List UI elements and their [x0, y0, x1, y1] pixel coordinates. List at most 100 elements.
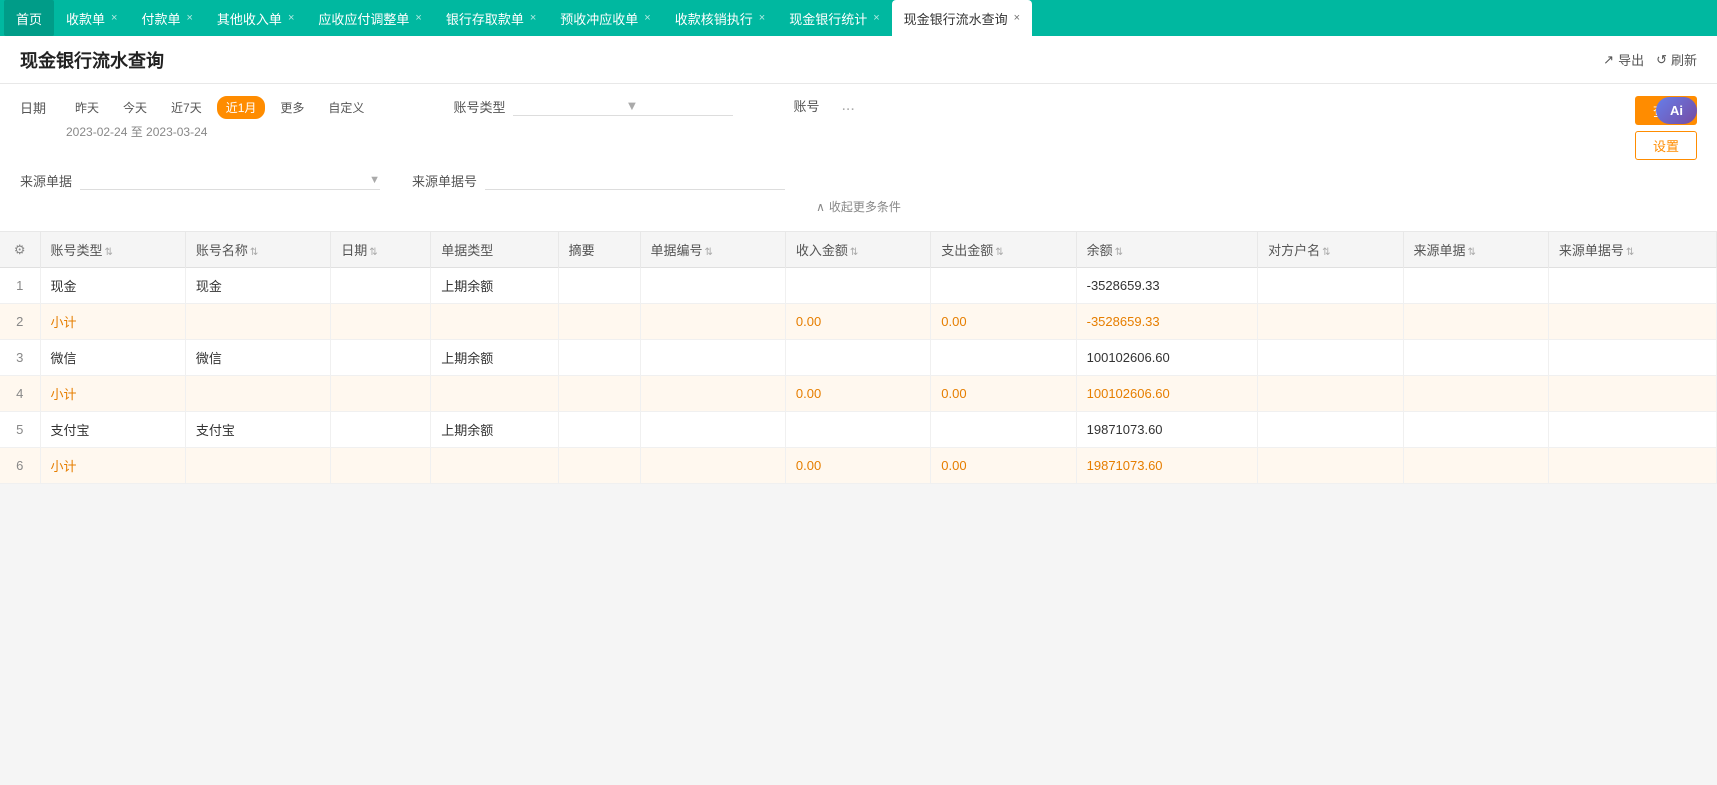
sort-icon[interactable]: ⇅ [705, 247, 713, 258]
close-icon[interactable]: × [873, 12, 879, 24]
sort-icon[interactable]: ⇅ [995, 247, 1003, 258]
cell-date [331, 304, 431, 340]
col-account-type: 账号类型⇅ [40, 232, 185, 268]
cell-doc-no [640, 376, 785, 412]
source-doc-no-group: 来源单据号 [412, 170, 785, 190]
cell-counterparty [1258, 304, 1403, 340]
cell-account-name [185, 448, 330, 484]
top-navigation: 首页 收款单 × 付款单 × 其他收入单 × 应收应付调整单 × 银行存取款单 … [0, 0, 1717, 36]
sort-icon[interactable]: ⇅ [1626, 247, 1634, 258]
nav-item-bank-deposit[interactable]: 银行存取款单 × [434, 0, 548, 36]
refresh-icon: ↺ [1656, 52, 1667, 68]
settings-gear-icon[interactable]: ⚙ [12, 242, 28, 258]
close-icon[interactable]: × [415, 12, 421, 24]
cell-doc-no [640, 268, 785, 304]
sort-icon[interactable]: ⇅ [250, 247, 258, 258]
setting-button[interactable]: 设置 [1635, 131, 1697, 160]
date-yesterday[interactable]: 昨天 [66, 96, 108, 119]
cell-summary [558, 340, 640, 376]
close-icon[interactable]: × [1014, 12, 1020, 24]
close-icon[interactable]: × [759, 12, 765, 24]
collapse-filter-button[interactable]: ∧ 收起更多条件 [20, 194, 1697, 219]
data-table: ⚙ 账号类型⇅ 账号名称⇅ 日期⇅ 单据类型 摘要 单据编号⇅ [0, 232, 1717, 484]
export-button[interactable]: ↗ 导出 [1603, 50, 1644, 69]
col-doc-type: 单据类型 [431, 232, 558, 268]
sort-icon[interactable]: ⇅ [850, 247, 858, 258]
cell-date [331, 448, 431, 484]
sort-icon[interactable]: ⇅ [1322, 247, 1330, 258]
sort-icon[interactable]: ⇅ [105, 247, 113, 258]
table-header-row: ⚙ 账号类型⇅ 账号名称⇅ 日期⇅ 单据类型 摘要 单据编号⇅ [0, 232, 1717, 268]
refresh-button[interactable]: ↺ 刷新 [1656, 50, 1697, 69]
nav-item-advance[interactable]: 预收冲应收单 × [548, 0, 662, 36]
cell-seq: 4 [0, 376, 40, 412]
source-doc-input[interactable] [80, 172, 369, 187]
close-icon[interactable]: × [111, 12, 117, 24]
dropdown-icon: ▼ [625, 98, 729, 113]
nav-item-payments[interactable]: 付款单 × [129, 0, 204, 36]
nav-item-cash-stats[interactable]: 现金银行统计 × [777, 0, 891, 36]
cell-counterparty [1258, 376, 1403, 412]
cell-date [331, 268, 431, 304]
cell-doc-no [640, 304, 785, 340]
source-doc-label: 来源单据 [20, 171, 72, 190]
cell-source-doc [1403, 376, 1548, 412]
account-label: 账号 [793, 96, 833, 115]
sort-icon[interactable]: ⇅ [1468, 247, 1476, 258]
source-doc-no-label: 来源单据号 [412, 171, 477, 190]
header-actions: ↗ 导出 ↺ 刷新 [1603, 50, 1697, 69]
cell-balance: 100102606.60 [1076, 376, 1258, 412]
nav-home-label: 首页 [16, 9, 42, 28]
account-type-select[interactable]: ▼ [513, 96, 733, 116]
export-label: 导出 [1618, 50, 1644, 69]
source-doc-no-input[interactable] [485, 172, 785, 187]
filter-area: 日期 昨天 今天 近7天 近1月 更多 自定义 2023-02-24 至 202… [0, 84, 1717, 232]
cell-seq: 1 [0, 268, 40, 304]
nav-item-receipt-exec[interactable]: 收款核销执行 × [663, 0, 777, 36]
table-row: 3 微信 微信 上期余额 100102606.60 [0, 340, 1717, 376]
source-doc-no-field[interactable] [485, 170, 785, 190]
nav-label: 预收冲应收单 [560, 9, 638, 28]
cell-source-doc-no [1548, 376, 1716, 412]
nav-item-receipts[interactable]: 收款单 × [54, 0, 129, 36]
source-doc-select[interactable]: ▼ [80, 170, 380, 190]
cell-account-type: 现金 [40, 268, 185, 304]
cell-source-doc-no [1548, 268, 1716, 304]
close-icon[interactable]: × [186, 12, 192, 24]
cell-account-type: 小计 [40, 304, 185, 340]
nav-item-other-income[interactable]: 其他收入单 × [205, 0, 306, 36]
close-icon[interactable]: × [288, 12, 294, 24]
nav-home[interactable]: 首页 [4, 0, 54, 36]
cell-seq: 5 [0, 412, 40, 448]
cell-income [785, 268, 930, 304]
cell-seq: 2 [0, 304, 40, 340]
cell-doc-type [431, 376, 558, 412]
nav-item-cash-flow[interactable]: 现金银行流水查询 × [892, 0, 1032, 36]
collapse-icon: ∧ [816, 200, 825, 214]
cell-summary [558, 412, 640, 448]
close-icon[interactable]: × [530, 12, 536, 24]
sort-icon[interactable]: ⇅ [369, 247, 377, 258]
date-more[interactable]: 更多 [271, 96, 313, 119]
cell-account-type: 小计 [40, 376, 185, 412]
cell-expense: 0.00 [931, 376, 1076, 412]
col-settings[interactable]: ⚙ [0, 232, 40, 268]
col-summary: 摘要 [558, 232, 640, 268]
close-icon[interactable]: × [644, 12, 650, 24]
sort-icon[interactable]: ⇅ [1115, 247, 1123, 258]
date-custom[interactable]: 自定义 [319, 96, 373, 119]
cell-doc-type [431, 304, 558, 340]
page-title: 现金银行流水查询 [20, 47, 164, 73]
table-body: 1 现金 现金 上期余额 -3528659.33 2 小计 0.00 0.00 … [0, 268, 1717, 484]
nav-item-adjust[interactable]: 应收应付调整单 × [306, 0, 433, 36]
ai-button[interactable]: Ai [1656, 97, 1697, 124]
cell-expense [931, 340, 1076, 376]
date-7days[interactable]: 近7天 [162, 96, 211, 119]
date-1month[interactable]: 近1月 [217, 96, 266, 119]
col-counterparty: 对方户名⇅ [1258, 232, 1403, 268]
col-doc-no: 单据编号⇅ [640, 232, 785, 268]
cell-income [785, 412, 930, 448]
cell-counterparty [1258, 448, 1403, 484]
table-wrapper: ⚙ 账号类型⇅ 账号名称⇅ 日期⇅ 单据类型 摘要 单据编号⇅ [0, 232, 1717, 484]
date-today[interactable]: 今天 [114, 96, 156, 119]
